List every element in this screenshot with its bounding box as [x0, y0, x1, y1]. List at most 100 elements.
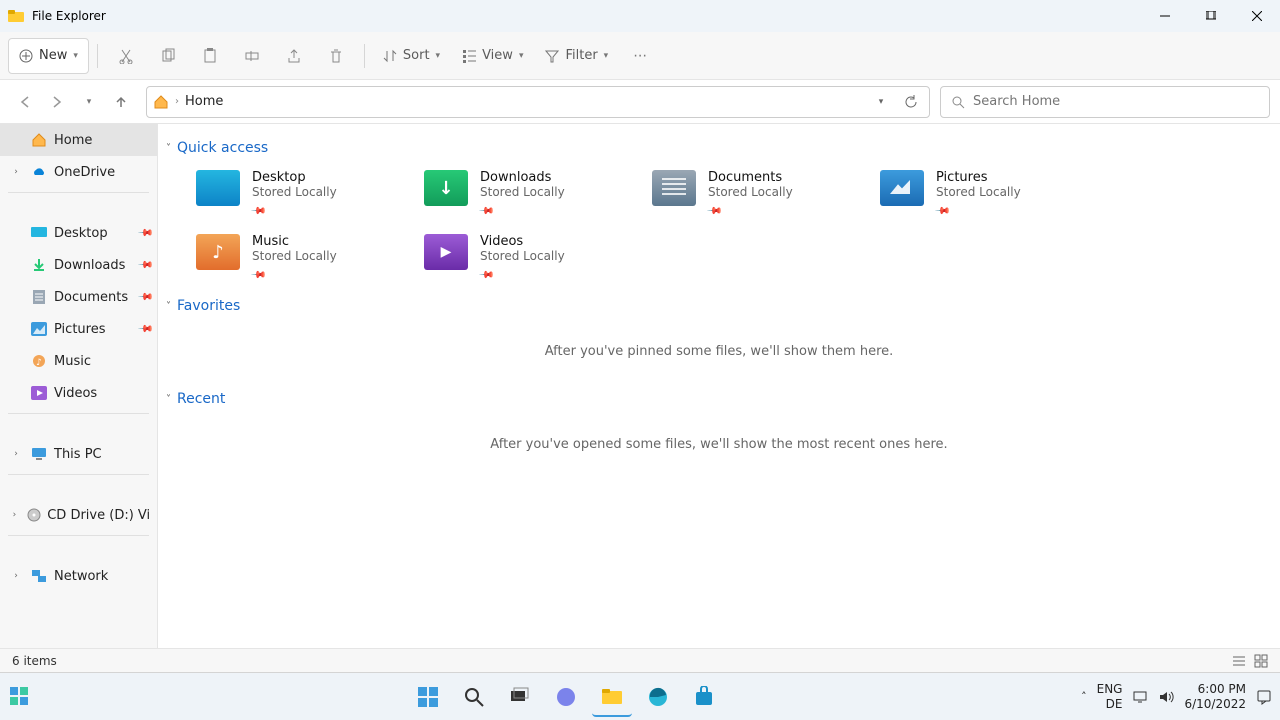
close-button[interactable] — [1234, 0, 1280, 32]
sidebar-item-onedrive[interactable]: › OneDrive — [0, 156, 157, 188]
quick-access-pictures[interactable]: Pictures Stored Locally 📌 — [850, 166, 1078, 230]
address-bar[interactable]: › Home ▾ — [146, 86, 930, 118]
volume-tray-icon[interactable] — [1158, 690, 1174, 704]
list-view-icon — [1232, 654, 1246, 668]
sidebar-item-label: CD Drive (D:) Virtua — [47, 508, 151, 523]
sidebar-item-music[interactable]: ♪ Music — [0, 345, 157, 377]
view-button[interactable]: View ▾ — [452, 38, 533, 74]
recent-empty-message: After you've opened some files, we'll sh… — [166, 417, 1272, 480]
chevron-right-icon: › — [8, 510, 21, 520]
tray-overflow[interactable]: ˄ — [1081, 690, 1087, 703]
clock[interactable]: 6:00 PM 6/10/2022 — [1184, 682, 1246, 711]
chat-icon — [555, 686, 577, 708]
delete-button[interactable] — [316, 38, 356, 74]
widgets-icon — [8, 685, 32, 709]
delete-icon — [328, 48, 344, 64]
downloads-icon — [424, 170, 468, 206]
pictures-icon — [880, 170, 924, 206]
filter-button[interactable]: Filter ▾ — [535, 38, 618, 74]
sidebar-item-label: Downloads — [54, 258, 125, 273]
new-button[interactable]: New ▾ — [8, 38, 89, 74]
videos-icon — [424, 234, 468, 270]
taskbar-widgets[interactable] — [8, 685, 32, 709]
sidebar-item-network[interactable]: › Network — [0, 560, 157, 592]
taskbar: ˄ ENG DE 6:00 PM 6/10/2022 — [0, 672, 1280, 720]
recent-locations-button[interactable]: ▾ — [74, 87, 104, 117]
sidebar-item-thispc[interactable]: › This PC — [0, 438, 157, 470]
quick-access-desktop[interactable]: Desktop Stored Locally 📌 — [166, 166, 394, 230]
taskbar-start[interactable] — [408, 677, 448, 717]
breadcrumb-home[interactable]: Home — [185, 94, 223, 109]
language-indicator[interactable]: ENG DE — [1097, 682, 1123, 711]
sidebar-item-pictures[interactable]: Pictures 📌 — [0, 313, 157, 345]
item-sub: Stored Locally — [480, 185, 565, 199]
search-box[interactable] — [940, 86, 1270, 118]
refresh-button[interactable] — [899, 95, 923, 109]
lang-secondary: DE — [1097, 697, 1123, 711]
nav-row: ▾ › Home ▾ — [0, 80, 1280, 124]
section-recent[interactable]: ˅ Recent — [166, 387, 1272, 417]
sort-label: Sort — [403, 48, 430, 63]
taskbar-store[interactable] — [684, 677, 724, 717]
maximize-button[interactable] — [1188, 0, 1234, 32]
notifications-tray-icon[interactable] — [1256, 689, 1272, 705]
taskbar-chat[interactable] — [546, 677, 586, 717]
paste-button[interactable] — [190, 38, 230, 74]
taskbar-explorer[interactable] — [592, 677, 632, 717]
up-button[interactable] — [106, 87, 136, 117]
sidebar-item-videos[interactable]: Videos — [0, 377, 157, 409]
sidebar-item-cddrive[interactable]: › CD Drive (D:) Virtua — [0, 499, 157, 531]
sidebar: Home › OneDrive Desktop 📌 Downloads 📌 Do… — [0, 124, 158, 648]
taskbar-search[interactable] — [454, 677, 494, 717]
chevron-down-icon: ▾ — [73, 51, 78, 61]
desktop-icon — [196, 170, 240, 206]
music-icon: ♪ — [30, 352, 48, 370]
store-icon — [693, 686, 715, 708]
quick-access-downloads[interactable]: Downloads Stored Locally 📌 — [394, 166, 622, 230]
status-bar: 6 items — [0, 648, 1280, 672]
minimize-button[interactable] — [1142, 0, 1188, 32]
quick-access-videos[interactable]: Videos Stored Locally 📌 — [394, 230, 622, 294]
filter-label: Filter — [565, 48, 597, 63]
back-button[interactable] — [10, 87, 40, 117]
view-icon — [462, 49, 476, 63]
network-tray-icon[interactable] — [1132, 690, 1148, 704]
address-dropdown[interactable]: ▾ — [869, 97, 893, 107]
sidebar-item-documents[interactable]: Documents 📌 — [0, 281, 157, 313]
home-icon — [30, 131, 48, 149]
section-label: Recent — [177, 391, 225, 407]
item-sub: Stored Locally — [708, 185, 793, 199]
rename-button[interactable] — [232, 38, 272, 74]
documents-icon — [30, 288, 48, 306]
tiles-view-button[interactable] — [1254, 654, 1268, 668]
more-button[interactable]: ⋯ — [620, 38, 660, 74]
search-input[interactable] — [973, 94, 1259, 109]
filter-icon — [545, 49, 559, 63]
sort-button[interactable]: Sort ▾ — [373, 38, 450, 74]
sidebar-item-downloads[interactable]: Downloads 📌 — [0, 249, 157, 281]
taskbar-taskview[interactable] — [500, 677, 540, 717]
favorites-empty-message: After you've pinned some files, we'll sh… — [166, 324, 1272, 387]
section-favorites[interactable]: ˅ Favorites — [166, 294, 1272, 324]
cut-button[interactable] — [106, 38, 146, 74]
sidebar-item-home[interactable]: Home — [0, 124, 157, 156]
forward-button[interactable] — [42, 87, 72, 117]
section-quick-access[interactable]: ˅ Quick access — [166, 136, 1272, 166]
item-sub: Stored Locally — [252, 249, 337, 263]
quick-access-music[interactable]: Music Stored Locally 📌 — [166, 230, 394, 294]
date: 6/10/2022 — [1184, 697, 1246, 711]
grid-view-icon — [1254, 654, 1268, 668]
details-view-button[interactable] — [1232, 654, 1246, 668]
share-button[interactable] — [274, 38, 314, 74]
sidebar-item-desktop[interactable]: Desktop 📌 — [0, 217, 157, 249]
taskbar-edge[interactable] — [638, 677, 678, 717]
chevron-right-icon: › — [8, 167, 24, 177]
plus-icon — [19, 49, 33, 63]
refresh-icon — [904, 95, 918, 109]
rename-icon — [244, 48, 260, 64]
pin-icon: 📌 — [136, 289, 153, 306]
copy-button[interactable] — [148, 38, 188, 74]
chevron-down-icon: ▾ — [436, 51, 441, 61]
pin-icon: 📌 — [136, 257, 153, 274]
quick-access-documents[interactable]: Documents Stored Locally 📌 — [622, 166, 850, 230]
